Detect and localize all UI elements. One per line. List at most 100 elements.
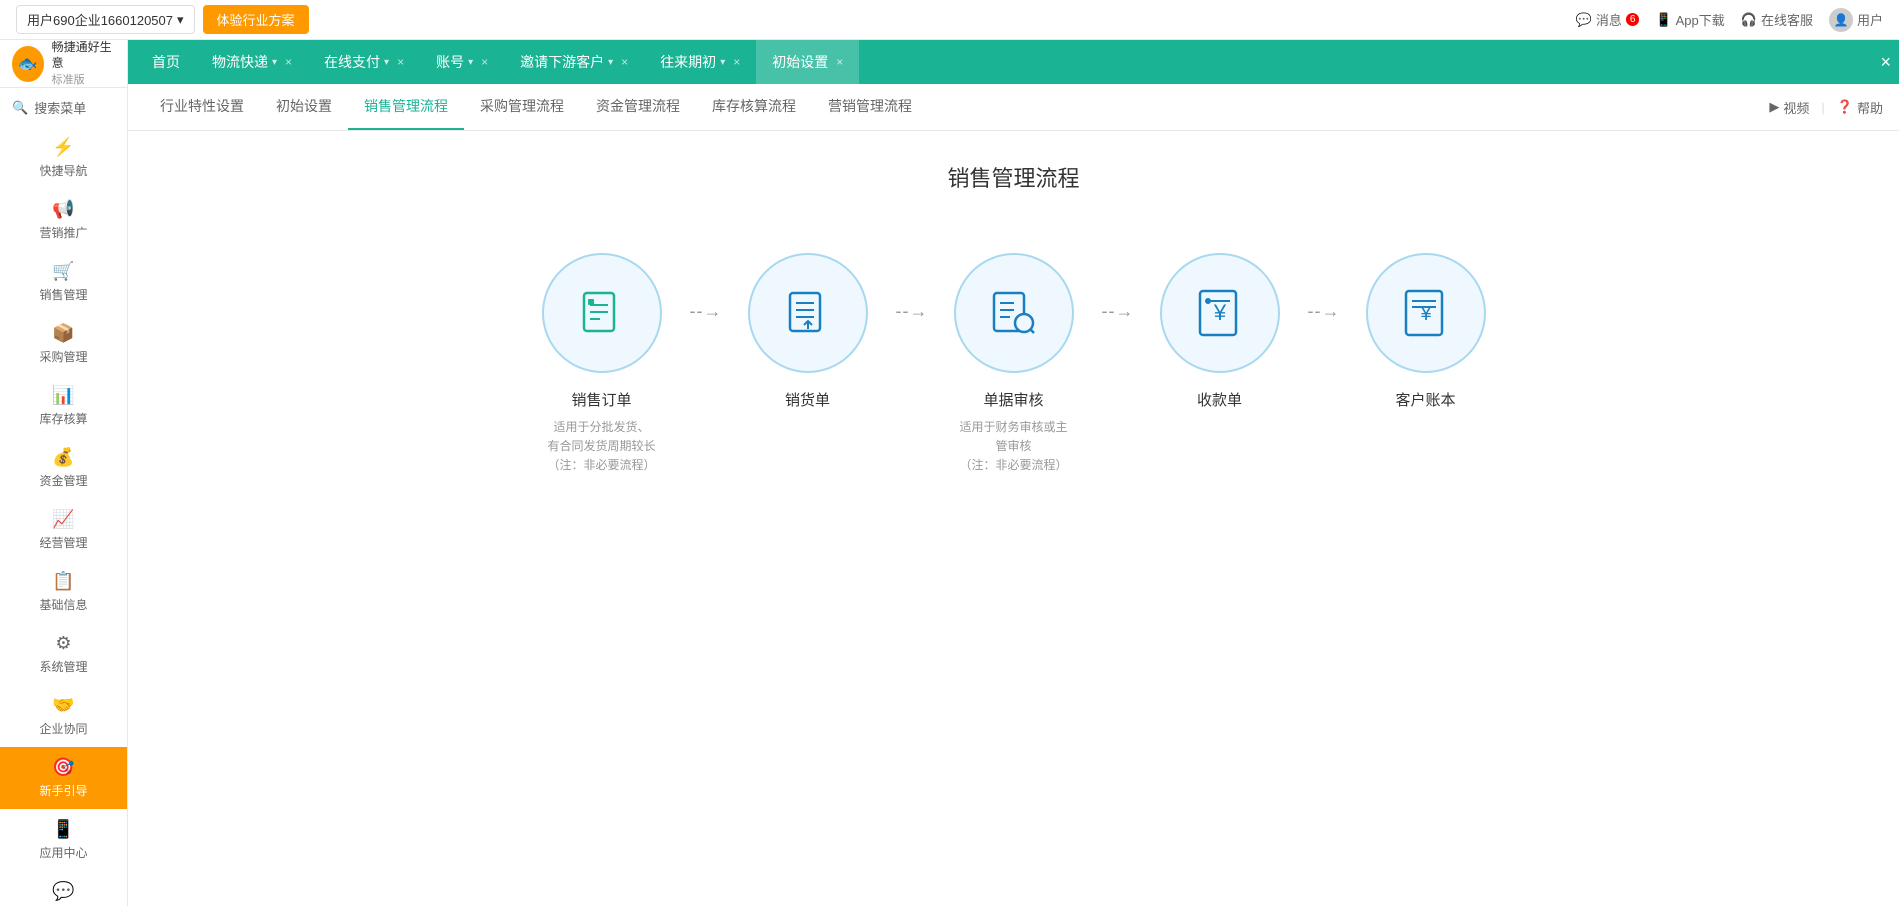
sidebar-item-wechat[interactable]: 💬 企业微信 (0, 871, 127, 906)
flow-arrow-1: - - → (682, 301, 728, 322)
nav-tabs: 首页物流快递▾×在线支付▾×账号▾×邀请下游客户▾×往来期初▾×初始设置× × (128, 40, 1899, 84)
video-item[interactable]: ▶ 视频 (1769, 98, 1809, 117)
nav-tab-label: 首页 (152, 52, 180, 72)
nav-tab-home[interactable]: 首页 (136, 40, 196, 84)
close-tab-icon[interactable]: × (397, 55, 404, 69)
top-bar: 用户690企业1660120507 ▾ 体验行业方案 💬 消息 6 📱 App下… (0, 0, 1899, 40)
inventory-icon: 📊 (52, 385, 74, 406)
top-bar-left: 用户690企业1660120507 ▾ 体验行业方案 (16, 5, 309, 34)
receipt-circle: ¥ (1160, 253, 1280, 373)
sidebar-item-finance[interactable]: 💰 资金管理 (0, 437, 127, 499)
finance-icon: 💰 (52, 447, 74, 468)
user-selector[interactable]: 用户690企业1660120507 ▾ (16, 5, 195, 34)
audit-label: 单据审核 (983, 389, 1043, 410)
close-all-btn[interactable]: × (1880, 52, 1891, 73)
enterprise-icon: 🤝 (52, 695, 74, 716)
nav-tab-label: 物流快递 (212, 52, 268, 72)
sidebar-items-container: ⚡ 快捷导航 📢 营销推广 🛒 销售管理 📦 采购管理 📊 库存核算 💰 资金管… (0, 127, 127, 906)
sidebar-item-label: 库存核算 (39, 410, 87, 427)
flow-item-sales-order[interactable]: 销售订单 适用于分批发货、有合同发货周期较长（注：非必要流程） (522, 253, 682, 476)
close-tab-icon[interactable]: × (836, 55, 843, 69)
sidebar-item-operation[interactable]: 📈 经营管理 (0, 499, 127, 561)
top-bar-right: 💬 消息 6 📱 App下载 🎧 在线客服 👤 用户 (1576, 8, 1883, 32)
chevron-down-icon: ▾ (608, 57, 613, 68)
sidebar-item-basic-info[interactable]: 📋 基础信息 (0, 561, 127, 623)
chevron-down-icon: ▾ (272, 57, 277, 68)
headset-icon: 🎧 (1741, 12, 1757, 28)
help-label: 帮助 (1857, 98, 1883, 117)
service-item[interactable]: 🎧 在线客服 (1741, 10, 1813, 29)
username-label: 用户 (1857, 10, 1883, 29)
sub-tab-purchase-flow[interactable]: 采购管理流程 (464, 84, 580, 130)
close-tab-icon[interactable]: × (481, 55, 488, 69)
sub-tab-industry[interactable]: 行业特性设置 (144, 84, 260, 130)
flow-item-customer-ledger[interactable]: ¥ 客户账本 (1346, 253, 1506, 418)
search-icon: 🔍 (12, 100, 28, 116)
sidebar-item-label: 经营管理 (39, 534, 87, 551)
sidebar-item-label: 营销推广 (39, 224, 87, 241)
nav-tab-logistics[interactable]: 物流快递 ▾ × (196, 40, 308, 84)
flow-chart: 销售订单 适用于分批发货、有合同发货周期较长（注：非必要流程） - - → 销货… (148, 253, 1879, 476)
sidebar-logo: 🐟 畅捷通好生意 标准版 (0, 40, 127, 88)
app-wrapper: 用户690企业1660120507 ▾ 体验行业方案 💬 消息 6 📱 App下… (0, 0, 1899, 906)
purchase-icon: 📦 (52, 323, 74, 344)
page-content: 销售管理流程 销售订单 适用于分批发货、有合同发货周期较长（注：非必要流程） -… (128, 131, 1899, 906)
flow-arrow-4: - - → (1300, 301, 1346, 322)
user-avatar-item[interactable]: 👤 用户 (1829, 8, 1883, 32)
main-container: 🐟 畅捷通好生意 标准版 🔍 搜索菜单 ⚡ 快捷导航 📢 营销推广 🛒 销售管理… (0, 40, 1899, 906)
sub-tab-marketing-flow[interactable]: 营销管理流程 (812, 84, 928, 130)
avatar: 👤 (1829, 8, 1853, 32)
sub-tab-sales-flow[interactable]: 销售管理流程 (348, 84, 464, 130)
sub-tab-inventory-flow[interactable]: 库存核算流程 (696, 84, 812, 130)
nav-tab-account[interactable]: 账号▾× (420, 40, 504, 84)
customer-ledger-circle: ¥ (1366, 253, 1486, 373)
audit-desc: 适用于财务审核或主管审核（注：非必要流程） (959, 418, 1067, 476)
sidebar-item-system[interactable]: ⚙ 系统管理 (0, 623, 127, 685)
flow-item-sales-bill[interactable]: 销货单 (728, 253, 888, 418)
nav-tab-label: 邀请下游客户 (520, 52, 604, 72)
help-item[interactable]: ❓ 帮助 (1837, 98, 1883, 117)
sub-tab-finance-flow[interactable]: 资金管理流程 (580, 84, 696, 130)
sidebar-item-quick-nav[interactable]: ⚡ 快捷导航 (0, 127, 127, 189)
sidebar-search[interactable]: 🔍 搜索菜单 (0, 88, 127, 127)
nav-tab-period[interactable]: 往来期初▾× (644, 40, 756, 84)
app-label: App下载 (1676, 10, 1725, 29)
sidebar-item-purchase[interactable]: 📦 采购管理 (0, 313, 127, 375)
chevron-down-icon: ▾ (384, 57, 389, 68)
basic-info-icon: 📋 (52, 571, 74, 592)
sub-tab-right: ▶ 视频 | ❓ 帮助 (1769, 98, 1883, 117)
logo-text-block: 畅捷通好生意 标准版 (52, 40, 115, 87)
close-tab-icon[interactable]: × (285, 55, 292, 69)
sidebar-item-enterprise[interactable]: 🤝 企业协同 (0, 685, 127, 747)
trial-btn[interactable]: 体验行业方案 (203, 5, 309, 34)
sidebar-item-inventory[interactable]: 📊 库存核算 (0, 375, 127, 437)
sidebar-item-marketing[interactable]: 📢 营销推广 (0, 189, 127, 251)
nav-tab-invite[interactable]: 邀请下游客户 ▾ × (504, 40, 644, 84)
message-item[interactable]: 💬 消息 6 (1576, 10, 1640, 29)
sales-bill-circle (748, 253, 868, 373)
chevron-down-icon: ▾ (177, 12, 184, 28)
sidebar: 🐟 畅捷通好生意 标准版 🔍 搜索菜单 ⚡ 快捷导航 📢 营销推广 🛒 销售管理… (0, 40, 128, 906)
app-download-item[interactable]: 📱 App下载 (1655, 10, 1724, 29)
sales-order-circle (542, 253, 662, 373)
video-label: 视频 (1783, 98, 1809, 117)
phone-icon: 📱 (1655, 12, 1671, 28)
sales-order-label: 销售订单 (571, 389, 631, 410)
close-tab-icon[interactable]: × (733, 55, 740, 69)
flow-item-audit[interactable]: 单据审核 适用于财务审核或主管审核（注：非必要流程） (934, 253, 1094, 476)
flow-item-receipt[interactable]: ¥ 收款单 (1140, 253, 1300, 418)
sidebar-item-guide[interactable]: 🎯 新手引导 (0, 747, 127, 809)
sub-tab-initial[interactable]: 初始设置 (260, 84, 348, 130)
sidebar-item-label: 基础信息 (39, 596, 87, 613)
nav-tab-init[interactable]: 初始设置× (756, 40, 859, 84)
close-tab-icon[interactable]: × (621, 55, 628, 69)
sidebar-item-app-center[interactable]: 📱 应用中心 (0, 809, 127, 871)
guide-icon: 🎯 (52, 757, 74, 778)
nav-tab-payment[interactable]: 在线支付 ▾ × (308, 40, 420, 84)
customer-ledger-label: 客户账本 (1395, 389, 1455, 410)
sidebar-item-sales[interactable]: 🛒 销售管理 (0, 251, 127, 313)
message-icon: 💬 (1576, 12, 1592, 28)
svg-text:¥: ¥ (1212, 300, 1226, 325)
logo-title: 畅捷通好生意 (52, 40, 115, 71)
nav-tab-label: 在线支付 (324, 52, 380, 72)
